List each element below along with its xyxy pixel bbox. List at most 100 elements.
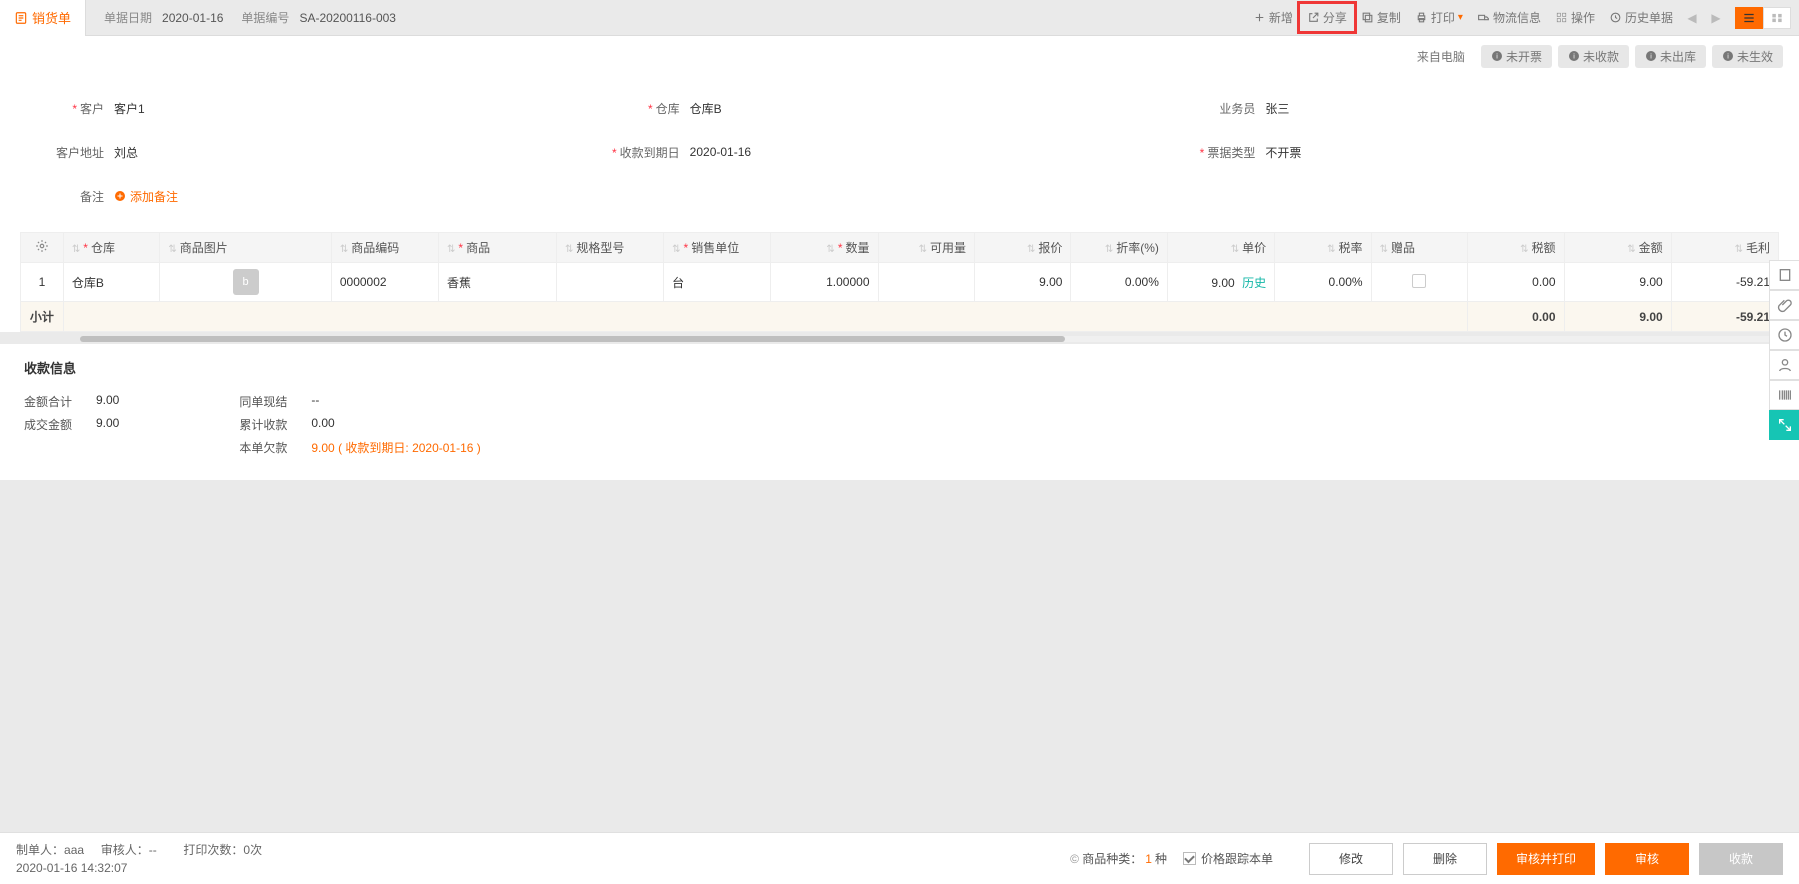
col-qty[interactable]: ⇅*数量: [771, 233, 878, 263]
edit-button[interactable]: 修改: [1309, 843, 1393, 875]
col-price[interactable]: ⇅单价: [1167, 233, 1274, 263]
col-product[interactable]: ⇅*商品: [439, 233, 557, 263]
rail-user-button[interactable]: [1769, 350, 1799, 380]
invoice-type-value[interactable]: 不开票: [1265, 144, 1301, 161]
rail-expand-button[interactable]: [1769, 410, 1799, 440]
next-doc-button[interactable]: ▶: [1705, 7, 1727, 29]
col-taxrate[interactable]: ⇅税率: [1275, 233, 1371, 263]
view-list-button[interactable]: [1735, 7, 1763, 29]
cell-code[interactable]: 0000002: [331, 263, 438, 302]
print-button[interactable]: 打印 ▾: [1409, 5, 1469, 30]
footer-timestamp: 2020-01-16 14:32:07: [16, 859, 262, 877]
grid-icon: [1555, 11, 1568, 24]
table-header-row: ⇅*仓库 ⇅商品图片 ⇅商品编码 ⇅*商品 ⇅规格型号 ⇅*销售单位 ⇅*数量 …: [21, 233, 1779, 263]
col-settings[interactable]: [21, 233, 64, 263]
history-button[interactable]: 历史单据: [1603, 5, 1679, 30]
col-avail[interactable]: ⇅可用量: [878, 233, 974, 263]
warehouse-value[interactable]: 仓库B: [690, 100, 722, 117]
remark-label: 备注: [80, 190, 104, 204]
cell-unit[interactable]: 台: [664, 263, 771, 302]
cell-amount: 9.00: [1564, 263, 1671, 302]
rail-barcode-button[interactable]: [1769, 380, 1799, 410]
subtotal-amount: 9.00: [1564, 302, 1671, 332]
col-profit[interactable]: ⇅毛利: [1671, 233, 1778, 263]
cell-price[interactable]: 9.00 历史: [1167, 263, 1274, 302]
due-value[interactable]: 2020-01-16: [690, 145, 751, 159]
rail-note-button[interactable]: [1769, 260, 1799, 290]
gift-checkbox[interactable]: [1412, 274, 1426, 288]
history-icon: [1609, 11, 1622, 24]
new-button[interactable]: 新增: [1247, 5, 1299, 30]
col-warehouse[interactable]: ⇅*仓库: [63, 233, 159, 263]
action-bar: 新增 分享 复制 打印 ▾ 物流信息 操作 历史单据 ◀ ▶: [1247, 5, 1791, 30]
footer-bar: 制单人：aaa 审核人：-- 打印次数：0次 2020-01-16 14:32:…: [0, 832, 1799, 884]
barcode-icon: [1777, 387, 1793, 403]
not-effective-badge[interactable]: i 未生效: [1712, 45, 1783, 68]
gear-icon: [35, 239, 49, 253]
col-unit[interactable]: ⇅*销售单位: [664, 233, 771, 263]
cell-gift[interactable]: [1371, 263, 1467, 302]
view-card-button[interactable]: [1763, 7, 1791, 29]
doc-date-group: 单据日期 2020-01-16: [104, 9, 223, 26]
side-rail: [1769, 260, 1799, 440]
cell-warehouse[interactable]: 仓库B: [63, 263, 159, 302]
truck-icon: [1477, 11, 1490, 24]
customer-label: 客户: [80, 102, 104, 116]
cell-product[interactable]: 香蕉: [439, 263, 557, 302]
no-receipt-badge[interactable]: i 未收款: [1558, 45, 1629, 68]
col-tax[interactable]: ⇅税额: [1468, 233, 1564, 263]
cell-quote[interactable]: 9.00: [974, 263, 1070, 302]
no-invoice-badge[interactable]: i 未开票: [1481, 45, 1552, 68]
doc-tab-label: 销货单: [32, 8, 71, 27]
source-badge: 来自电脑: [1407, 45, 1475, 68]
doc-date-label: 单据日期: [104, 9, 152, 26]
col-quote[interactable]: ⇅报价: [974, 233, 1070, 263]
operate-button[interactable]: 操作: [1549, 5, 1601, 30]
print-icon: [1415, 11, 1428, 24]
cell-profit: -59.21: [1671, 263, 1778, 302]
cell-discount[interactable]: 0.00%: [1071, 263, 1167, 302]
price-history-link[interactable]: 历史: [1242, 276, 1266, 290]
col-amount[interactable]: ⇅金额: [1564, 233, 1671, 263]
clock-icon: [1777, 327, 1793, 343]
addr-name[interactable]: 刘总: [114, 144, 138, 161]
rail-attach-button[interactable]: [1769, 290, 1799, 320]
logistics-button[interactable]: 物流信息: [1471, 5, 1547, 30]
attachment-icon: [1777, 297, 1793, 313]
horizontal-scrollbar[interactable]: [80, 334, 1779, 344]
col-code[interactable]: ⇅商品编码: [331, 233, 438, 263]
salesman-value[interactable]: 张三: [1265, 100, 1289, 117]
cell-taxrate[interactable]: 0.00%: [1275, 263, 1371, 302]
col-image[interactable]: ⇅商品图片: [160, 233, 332, 263]
col-discount[interactable]: ⇅折率(%): [1071, 233, 1167, 263]
header-form: *客户 客户1 *仓库 仓库B 业务员 张三 客户地址 刘总 *收款到期日 20…: [0, 76, 1799, 232]
warehouse-label: 仓库: [656, 102, 680, 116]
rail-time-button[interactable]: [1769, 320, 1799, 350]
delete-button[interactable]: 删除: [1403, 843, 1487, 875]
add-remark-button[interactable]: 添加备注: [114, 188, 178, 205]
doc-tab[interactable]: 销货单: [0, 0, 86, 36]
cell-qty[interactable]: 1.00000: [771, 263, 878, 302]
audit-print-button[interactable]: 审核并打印: [1497, 843, 1595, 875]
table-row[interactable]: 1 仓库B b 0000002 香蕉 台 1.00000 9.00 0.00% …: [21, 263, 1779, 302]
share-button[interactable]: 分享: [1301, 5, 1353, 30]
no-out-badge[interactable]: i 未出库: [1635, 45, 1706, 68]
customer-value[interactable]: 客户1: [114, 100, 145, 117]
receive-button[interactable]: 收款: [1699, 843, 1783, 875]
product-image-icon: b: [233, 269, 259, 295]
cell-spec[interactable]: [556, 263, 663, 302]
debt-value: 9.00 ( 收款到期日: 2020-01-16 ): [311, 439, 480, 456]
copy-button[interactable]: 复制: [1355, 5, 1407, 30]
prev-doc-button[interactable]: ◀: [1681, 7, 1703, 29]
share-icon: [1307, 11, 1320, 24]
cell-image[interactable]: b: [160, 263, 332, 302]
audit-button[interactable]: 审核: [1605, 843, 1689, 875]
info-icon: i: [1645, 50, 1657, 62]
subtotal-row: 小计 0.00 9.00 -59.21: [21, 302, 1779, 332]
auditor-value: --: [149, 843, 157, 857]
line-items-grid: ⇅*仓库 ⇅商品图片 ⇅商品编码 ⇅*商品 ⇅规格型号 ⇅*销售单位 ⇅*数量 …: [0, 232, 1799, 332]
subtotal-tax: 0.00: [1468, 302, 1564, 332]
price-follow-checkbox[interactable]: 价格跟踪本单: [1183, 850, 1273, 867]
col-gift[interactable]: ⇅赠品: [1371, 233, 1467, 263]
col-spec[interactable]: ⇅规格型号: [556, 233, 663, 263]
